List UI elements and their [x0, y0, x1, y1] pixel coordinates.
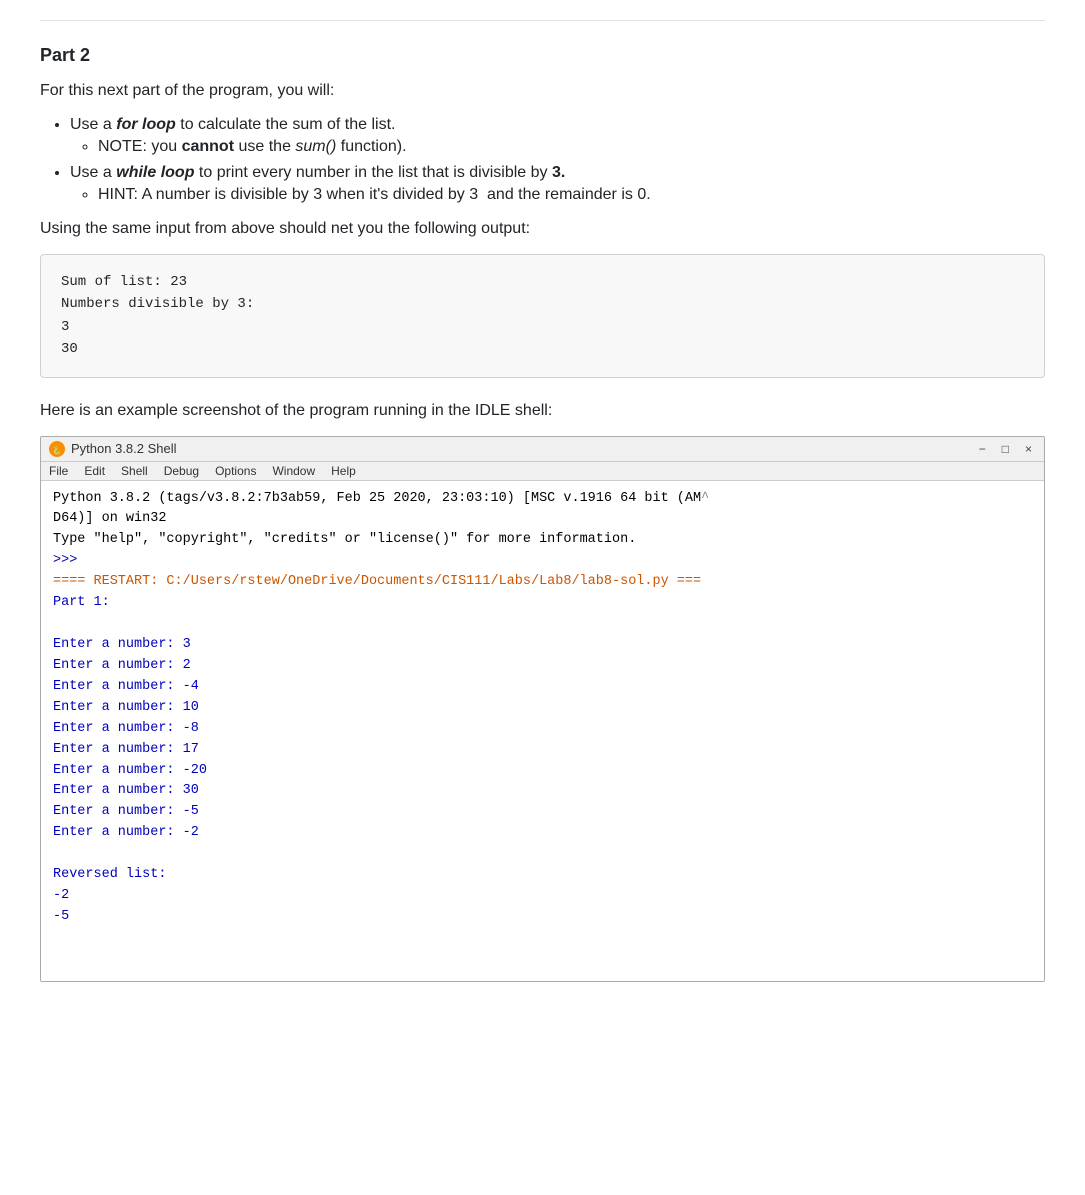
- idle-window: 🐍 Python 3.8.2 Shell − □ × File Edit She…: [40, 436, 1045, 982]
- using-text: Using the same input from above should n…: [40, 220, 1045, 238]
- part-heading: Part 2: [40, 45, 1045, 66]
- menu-window[interactable]: Window: [272, 464, 315, 478]
- for-loop-text: for loop: [116, 116, 176, 133]
- sub-list-2: HINT: A number is divisible by 3 when it…: [70, 186, 1045, 204]
- menu-options[interactable]: Options: [215, 464, 256, 478]
- cannot-text: cannot: [182, 138, 234, 155]
- idle-content: Python 3.8.2 (tags/v3.8.2:7b3ab59, Feb 2…: [41, 481, 1044, 981]
- idle-line-num5: Enter a number: -8: [53, 719, 1032, 740]
- idle-blank-1: [53, 614, 1032, 635]
- code-output-block: Sum of list: 23 Numbers divisible by 3: …: [40, 254, 1045, 378]
- intro-text: For this next part of the program, you w…: [40, 82, 1045, 100]
- idle-line-num6: Enter a number: 17: [53, 740, 1032, 761]
- idle-line-num2: Enter a number: 2: [53, 656, 1032, 677]
- close-button[interactable]: ×: [1021, 442, 1036, 456]
- bullet-list: Use a for loop to calculate the sum of t…: [40, 116, 1045, 204]
- idle-app-icon: 🐍: [49, 441, 65, 457]
- menu-edit[interactable]: Edit: [84, 464, 105, 478]
- code-line-4: 30: [61, 338, 1024, 360]
- idle-title-text: Python 3.8.2 Shell: [71, 441, 177, 456]
- bullet-item-2: Use a while loop to print every number i…: [70, 164, 1045, 204]
- idle-line-num4: Enter a number: 10: [53, 698, 1032, 719]
- idle-line-part1: Part 1:: [53, 593, 1032, 614]
- idle-line-4: >>>: [53, 551, 1032, 572]
- idle-line-1: Python 3.8.2 (tags/v3.8.2:7b3ab59, Feb 2…: [53, 489, 1032, 510]
- sum-func-text: sum(): [295, 138, 336, 155]
- code-line-1: Sum of list: 23: [61, 271, 1024, 293]
- idle-titlebar: 🐍 Python 3.8.2 Shell − □ ×: [41, 437, 1044, 462]
- idle-line-num3: Enter a number: -4: [53, 677, 1032, 698]
- idle-line-num10: Enter a number: -2: [53, 823, 1032, 844]
- minimize-button[interactable]: −: [975, 442, 990, 456]
- bold-3: 3.: [552, 164, 565, 181]
- idle-line-num1: Enter a number: 3: [53, 635, 1032, 656]
- code-line-2: Numbers divisible by 3:: [61, 293, 1024, 315]
- sub-bullet-2: HINT: A number is divisible by 3 when it…: [98, 186, 1045, 204]
- idle-menubar: File Edit Shell Debug Options Window Hel…: [41, 462, 1044, 481]
- code-line-3: 3: [61, 316, 1024, 338]
- menu-debug[interactable]: Debug: [164, 464, 199, 478]
- idle-line-num7: Enter a number: -20: [53, 761, 1032, 782]
- menu-help[interactable]: Help: [331, 464, 356, 478]
- while-loop-text: while loop: [116, 164, 194, 181]
- menu-file[interactable]: File: [49, 464, 68, 478]
- top-border: [40, 20, 1045, 21]
- idle-line-restart: ==== RESTART: C:/Users/rstew/OneDrive/Do…: [53, 572, 1032, 593]
- here-text: Here is an example screenshot of the pro…: [40, 402, 1045, 420]
- page-wrapper: Part 2 For this next part of the program…: [0, 0, 1085, 1032]
- idle-line-2: D64)] on win32: [53, 509, 1032, 530]
- bullet-item-1: Use a for loop to calculate the sum of t…: [70, 116, 1045, 156]
- idle-line-3: Type "help", "copyright", "credits" or "…: [53, 530, 1032, 551]
- menu-shell[interactable]: Shell: [121, 464, 148, 478]
- idle-line-num8: Enter a number: 30: [53, 781, 1032, 802]
- idle-title-left: 🐍 Python 3.8.2 Shell: [49, 441, 177, 457]
- idle-line-num9: Enter a number: -5: [53, 802, 1032, 823]
- idle-window-controls[interactable]: − □ ×: [975, 442, 1036, 456]
- maximize-button[interactable]: □: [998, 442, 1013, 456]
- idle-line-rev1: -2: [53, 886, 1032, 907]
- idle-line-rev2: -5: [53, 907, 1032, 928]
- idle-line-reversed: Reversed list:: [53, 865, 1032, 886]
- sub-list-1: NOTE: you cannot use the sum() function)…: [70, 138, 1045, 156]
- sub-bullet-1: NOTE: you cannot use the sum() function)…: [98, 138, 1045, 156]
- svg-text:🐍: 🐍: [52, 445, 62, 455]
- idle-blank-2: [53, 844, 1032, 865]
